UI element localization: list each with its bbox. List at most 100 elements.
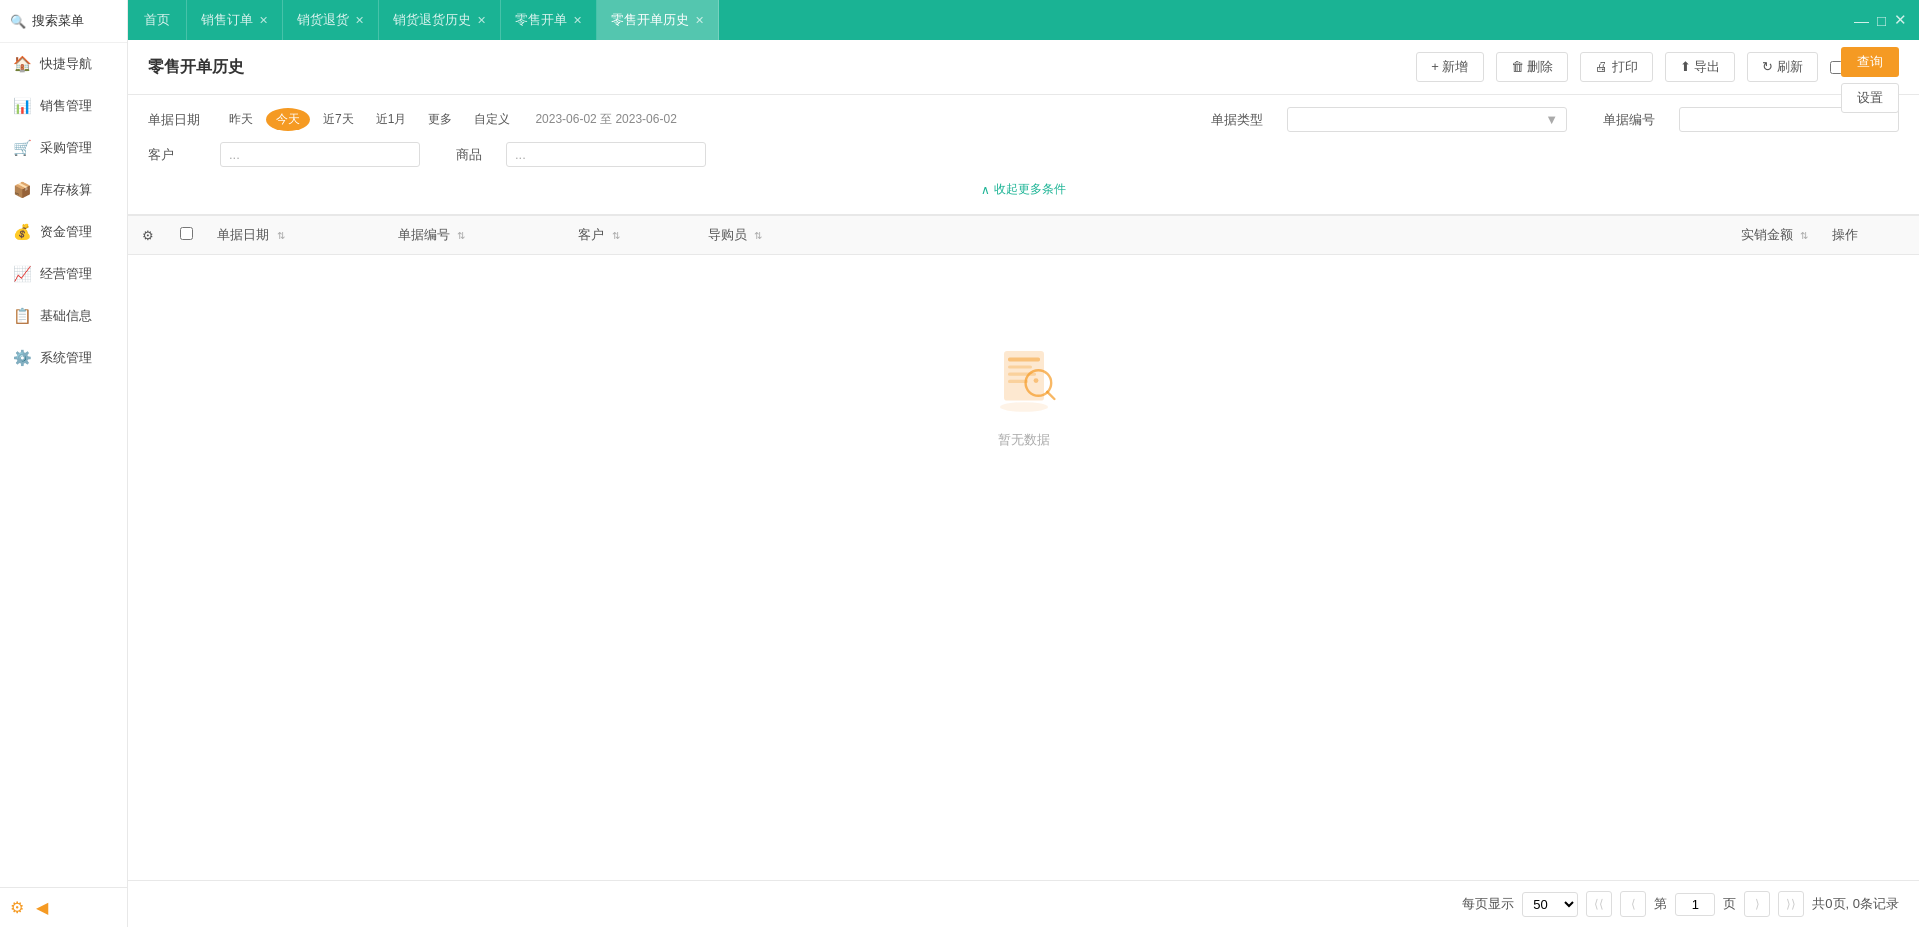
tab-sales-order-close[interactable]: ✕ — [259, 14, 268, 27]
customer-filter-label: 客户 — [148, 146, 204, 164]
page-first-btn[interactable]: ⟨⟨ — [1586, 891, 1612, 917]
tab-sales-order[interactable]: 销售订单 ✕ — [187, 0, 283, 40]
page-header: 零售开单历史 + 新增 🗑 删除 🖨 打印 ⬆ 导出 ↻ 刷新 显示明细 — [128, 40, 1919, 95]
sales-icon: 📊 — [13, 97, 32, 115]
date-last1month-btn[interactable]: 近1月 — [367, 108, 416, 131]
tab-retail-history[interactable]: 零售开单历史 ✕ — [597, 0, 719, 40]
collapse-sidebar-icon[interactable]: ◀ — [36, 898, 48, 917]
th-date[interactable]: 单据日期 ⇅ — [205, 216, 386, 255]
refresh-button[interactable]: ↻ 刷新 — [1747, 52, 1818, 82]
page-summary: 共0页, 0条记录 — [1812, 895, 1899, 913]
th-amount[interactable]: 实销金额 ⇅ — [1640, 216, 1821, 255]
sidebar-item-inventory-label: 库存核算 — [40, 181, 92, 199]
customer-ellipsis: ... — [229, 147, 240, 162]
svg-point-0 — [1000, 402, 1048, 412]
sidebar-item-sys-mgmt[interactable]: ⚙️ 系统管理 — [0, 337, 127, 379]
settings-bottom-icon[interactable]: ⚙ — [10, 898, 24, 917]
th-no-label: 单据编号 — [398, 227, 450, 242]
tab-sales-return-history-close[interactable]: ✕ — [477, 14, 486, 27]
th-salesperson-sort[interactable]: ⇅ — [754, 230, 762, 241]
sidebar-item-sales-label: 销售管理 — [40, 97, 92, 115]
th-customer[interactable]: 客户 ⇅ — [566, 216, 695, 255]
date-today-btn[interactable]: 今天 — [266, 108, 310, 131]
empty-state: 暂无数据 — [128, 255, 1919, 529]
date-last7-btn[interactable]: 近7天 — [314, 108, 363, 131]
tab-sales-return-label: 销货退货 — [297, 11, 349, 29]
delete-button[interactable]: 🗑 删除 — [1496, 52, 1569, 82]
basic-info-icon: 📋 — [13, 307, 32, 325]
window-close-btn[interactable]: ✕ — [1894, 11, 1907, 29]
sidebar-nav: 🏠 快捷导航 📊 销售管理 🛒 采购管理 📦 库存核算 💰 资金管理 📈 经营管… — [0, 43, 127, 887]
sidebar-item-sales-mgmt[interactable]: 📊 销售管理 — [0, 85, 127, 127]
sidebar: 🔍 搜索菜单 🏠 快捷导航 📊 销售管理 🛒 采购管理 📦 库存核算 💰 资金管… — [0, 0, 128, 927]
th-salesperson[interactable]: 导购员 ⇅ — [696, 216, 851, 255]
tab-sales-return-close[interactable]: ✕ — [355, 14, 364, 27]
page-prev-btn[interactable]: ⟨ — [1620, 891, 1646, 917]
collapse-text: 收起更多条件 — [994, 181, 1066, 198]
tab-bar: 首页 销售订单 ✕ 销货退货 ✕ 销货退货历史 ✕ 零售开单 ✕ 零售开单历史 … — [128, 0, 1919, 40]
filter-row-date: 单据日期 昨天 今天 近7天 近1月 更多 自定义 2023-06-02 至 2… — [148, 107, 1899, 132]
window-maximize-btn[interactable]: □ — [1877, 12, 1886, 29]
page-last-btn[interactable]: ⟩⟩ — [1778, 891, 1804, 917]
svg-rect-3 — [1008, 365, 1032, 368]
query-buttons: 查询 设置 — [1841, 47, 1899, 113]
date-more-btn[interactable]: 更多 — [419, 108, 461, 131]
sidebar-item-operations[interactable]: 📈 经营管理 — [0, 253, 127, 295]
inventory-icon: 📦 — [13, 181, 32, 199]
date-filter-buttons: 昨天 今天 近7天 近1月 更多 自定义 — [220, 108, 519, 131]
tab-sales-return-history[interactable]: 销货退货历史 ✕ — [379, 0, 501, 40]
per-page-label: 每页显示 — [1462, 895, 1514, 913]
sidebar-item-basic-info[interactable]: 📋 基础信息 — [0, 295, 127, 337]
customer-input[interactable]: ... — [220, 142, 420, 167]
th-no-sort[interactable]: ⇅ — [457, 230, 465, 241]
th-customer-sort[interactable]: ⇅ — [612, 230, 620, 241]
empty-text: 暂无数据 — [998, 431, 1050, 449]
window-minimize-btn[interactable]: — — [1854, 12, 1869, 29]
table-wrapper: ⚙ 单据日期 ⇅ 单据编号 ⇅ — [128, 216, 1919, 880]
gear-icon[interactable]: ⚙ — [142, 228, 154, 243]
th-no[interactable]: 单据编号 ⇅ — [386, 216, 567, 255]
query-button[interactable]: 查询 — [1841, 47, 1899, 77]
pagination: 每页显示 50 10 20 100 ⟨⟨ ⟨ 第 页 ⟩ ⟩⟩ 共0页, 0条记… — [128, 880, 1919, 927]
th-check[interactable] — [168, 216, 205, 255]
sidebar-search[interactable]: 🔍 搜索菜单 — [0, 0, 127, 43]
order-type-select[interactable]: ▼ — [1287, 107, 1567, 132]
th-amount-sort[interactable]: ⇅ — [1800, 230, 1808, 241]
page-title-row: 零售开单历史 + 新增 🗑 删除 🖨 打印 ⬆ 导出 ↻ 刷新 显示明细 — [148, 52, 1899, 82]
tab-retail-open[interactable]: 零售开单 ✕ — [501, 0, 597, 40]
page-input[interactable] — [1675, 893, 1715, 916]
th-date-sort[interactable]: ⇅ — [277, 230, 285, 241]
home-icon: 🏠 — [13, 55, 32, 73]
th-gear[interactable]: ⚙ — [128, 216, 168, 255]
settings-button[interactable]: 设置 — [1841, 83, 1899, 113]
order-no-label: 单据编号 — [1603, 111, 1655, 129]
sidebar-item-inventory[interactable]: 📦 库存核算 — [0, 169, 127, 211]
sidebar-item-purchase-mgmt[interactable]: 🛒 采购管理 — [0, 127, 127, 169]
tab-retail-history-close[interactable]: ✕ — [695, 14, 704, 27]
print-button[interactable]: 🖨 打印 — [1580, 52, 1653, 82]
sidebar-item-quick-nav-label: 快捷导航 — [40, 55, 92, 73]
filter-area: 单据日期 昨天 今天 近7天 近1月 更多 自定义 2023-06-02 至 2… — [128, 95, 1919, 215]
tab-retail-open-close[interactable]: ✕ — [573, 14, 582, 27]
collapse-btn[interactable]: ∧ 收起更多条件 — [148, 177, 1899, 202]
date-yesterday-btn[interactable]: 昨天 — [220, 108, 262, 131]
page-label: 第 — [1654, 895, 1667, 913]
svg-rect-2 — [1008, 357, 1040, 361]
sidebar-item-finance[interactable]: 💰 资金管理 — [0, 211, 127, 253]
add-button[interactable]: + 新增 — [1416, 52, 1483, 82]
per-page-select[interactable]: 50 10 20 100 — [1522, 892, 1578, 917]
select-all-checkbox[interactable] — [180, 227, 193, 240]
page-next-btn[interactable]: ⟩ — [1744, 891, 1770, 917]
tab-home[interactable]: 首页 — [128, 0, 187, 40]
export-button[interactable]: ⬆ 导出 — [1665, 52, 1736, 82]
toolbar: + 新增 🗑 删除 🖨 打印 ⬆ 导出 ↻ 刷新 显示明细 — [1416, 52, 1899, 82]
sidebar-item-quick-nav[interactable]: 🏠 快捷导航 — [0, 43, 127, 85]
product-input[interactable]: ... — [506, 142, 706, 167]
tab-sales-order-label: 销售订单 — [201, 11, 253, 29]
order-type-label: 单据类型 — [1211, 111, 1263, 129]
th-actions: 操作 — [1820, 216, 1919, 255]
table-header: ⚙ 单据日期 ⇅ 单据编号 ⇅ — [128, 216, 1919, 255]
date-custom-btn[interactable]: 自定义 — [465, 108, 519, 131]
date-range-display: 2023-06-02 至 2023-06-02 — [535, 111, 676, 128]
tab-sales-return[interactable]: 销货退货 ✕ — [283, 0, 379, 40]
